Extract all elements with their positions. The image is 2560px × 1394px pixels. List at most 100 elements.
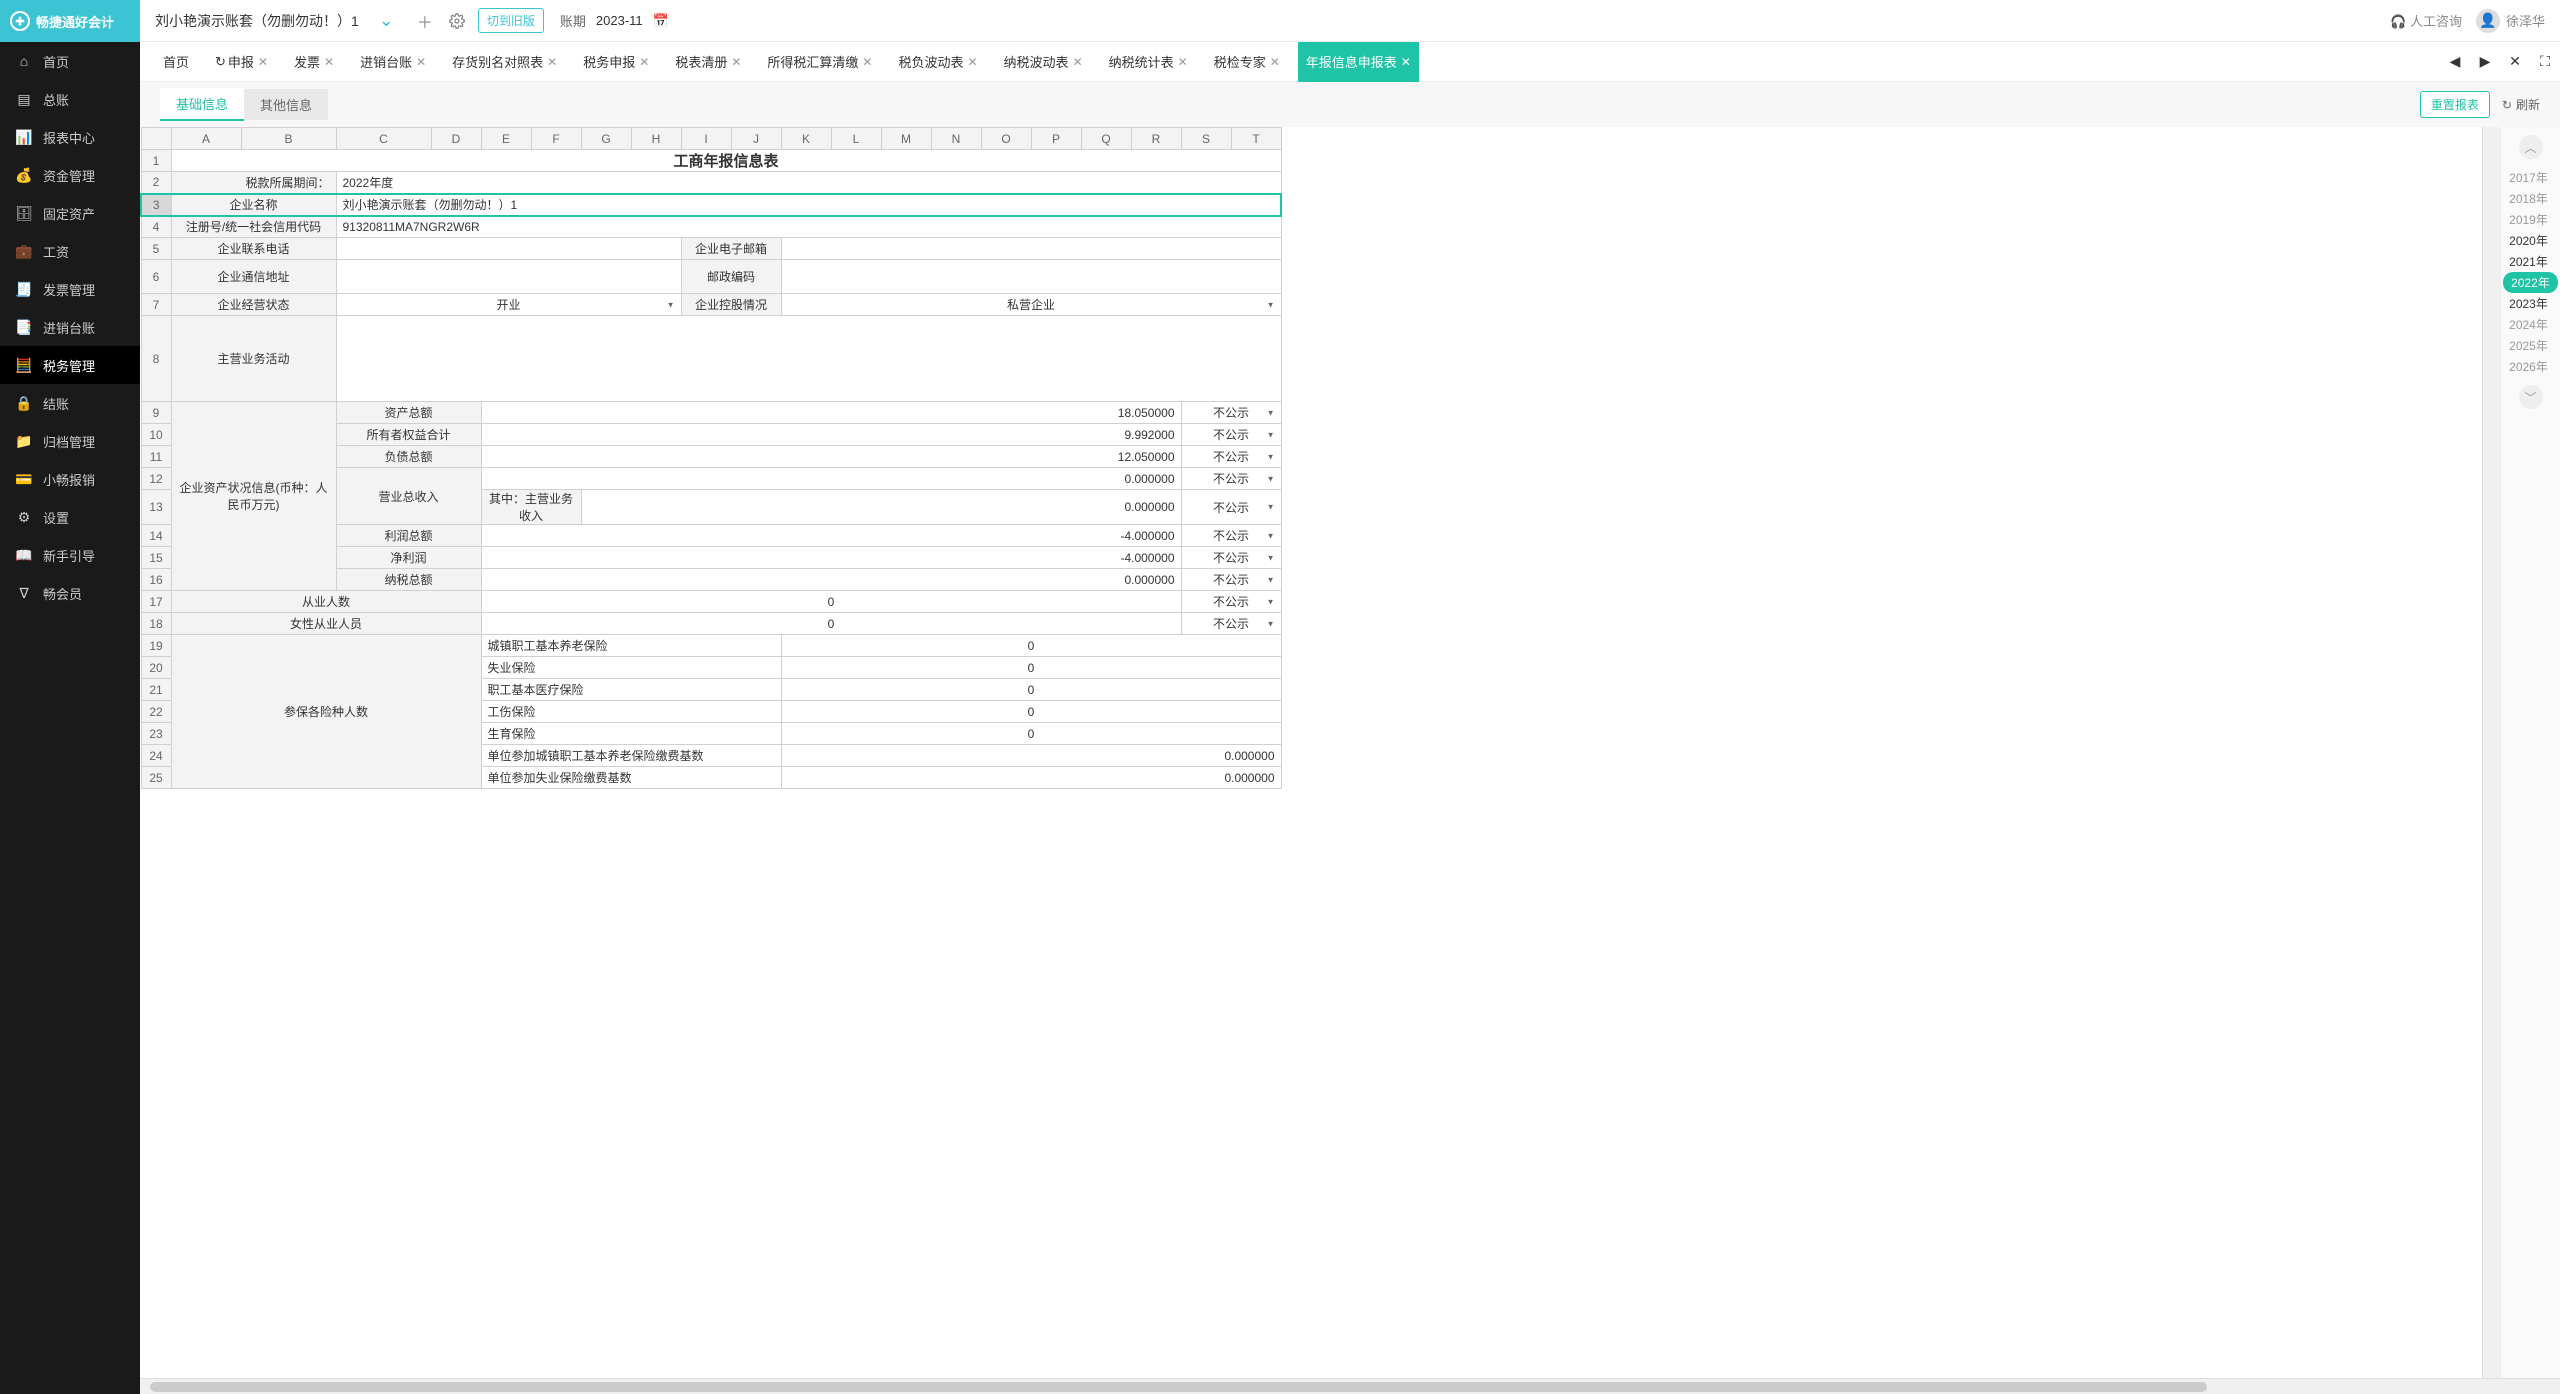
cell-value[interactable]: 0 <box>781 657 1281 679</box>
tab-next-icon[interactable]: ▶ <box>2470 47 2500 77</box>
sidebar-item-asset[interactable]: 🗄固定资产 <box>0 194 140 232</box>
col-header[interactable]: E <box>481 128 531 150</box>
cell-value[interactable]: 0 <box>481 591 1181 613</box>
account-dropdown-icon[interactable]: ⌄ <box>369 10 404 31</box>
sidebar-item-home[interactable]: ⌂首页 <box>0 42 140 80</box>
row-header[interactable]: 9 <box>141 402 171 424</box>
cell-dropdown[interactable]: 不公示 <box>1181 446 1281 468</box>
close-icon[interactable]: ✕ <box>416 55 426 69</box>
cell-dropdown[interactable]: 不公示 <box>1181 468 1281 490</box>
year-2024年[interactable]: 2024年 <box>2503 314 2558 335</box>
user-menu[interactable]: 👤 徐泽华 <box>2476 9 2545 33</box>
col-header[interactable]: I <box>681 128 731 150</box>
spreadsheet[interactable]: ABCDEFGHIJKLMNOPQRST1工商年报信息表2税款所属期间：2022… <box>140 127 2482 1378</box>
row-header[interactable]: 3 <box>141 194 171 216</box>
old-version-button[interactable]: 切到旧版 <box>478 8 544 33</box>
cell-dropdown[interactable]: 不公示 <box>1181 591 1281 613</box>
row-header[interactable]: 19 <box>141 635 171 657</box>
cell-value[interactable]: 0 <box>781 723 1281 745</box>
row-header[interactable]: 22 <box>141 701 171 723</box>
row-header[interactable]: 12 <box>141 468 171 490</box>
cell-value[interactable]: 0 <box>781 635 1281 657</box>
tab-申报[interactable]: ↻申报✕ <box>207 42 276 82</box>
year-2020年[interactable]: 2020年 <box>2503 230 2558 251</box>
row-header[interactable]: 14 <box>141 525 171 547</box>
tab-纳税统计表[interactable]: 纳税统计表✕ <box>1101 42 1196 82</box>
subtab-other[interactable]: 其他信息 <box>244 89 328 120</box>
close-icon[interactable]: ✕ <box>862 55 872 69</box>
year-2023年[interactable]: 2023年 <box>2503 293 2558 314</box>
cell-value[interactable] <box>781 238 1281 260</box>
tab-存货别名对照表[interactable]: 存货别名对照表✕ <box>444 42 565 82</box>
refresh-button[interactable]: ↻ 刷新 <box>2502 96 2540 113</box>
cell-value[interactable] <box>336 260 681 294</box>
cell-value[interactable] <box>336 238 681 260</box>
cell-value[interactable]: 0.000000 <box>481 468 1181 490</box>
tab-首页[interactable]: 首页 <box>155 42 197 82</box>
year-2021年[interactable]: 2021年 <box>2503 251 2558 272</box>
tab-年报信息申报表[interactable]: 年报信息申报表✕ <box>1298 42 1419 82</box>
row-header[interactable]: 25 <box>141 767 171 789</box>
year-up-icon[interactable]: ︿ <box>2519 135 2543 159</box>
row-header[interactable]: 5 <box>141 238 171 260</box>
cell-value[interactable]: 0 <box>781 701 1281 723</box>
tab-纳税波动表[interactable]: 纳税波动表✕ <box>996 42 1091 82</box>
tab-进销台账[interactable]: 进销台账✕ <box>352 42 434 82</box>
col-header[interactable]: D <box>431 128 481 150</box>
col-header[interactable] <box>141 128 171 150</box>
cell-value[interactable]: 0.000000 <box>581 490 1181 525</box>
cell-value[interactable] <box>781 260 1281 294</box>
tab-税表清册[interactable]: 税表清册✕ <box>667 42 749 82</box>
sidebar-item-psi[interactable]: 📑进销台账 <box>0 308 140 346</box>
cell-value[interactable]: -4.000000 <box>481 547 1181 569</box>
cell-dropdown[interactable]: 不公示 <box>1181 402 1281 424</box>
row-header[interactable]: 13 <box>141 490 171 525</box>
year-down-icon[interactable]: ﹀ <box>2519 385 2543 409</box>
fullscreen-icon[interactable]: ⛶ <box>2530 47 2560 77</box>
row-header[interactable]: 24 <box>141 745 171 767</box>
cell-dropdown[interactable]: 不公示 <box>1181 525 1281 547</box>
col-header[interactable]: F <box>531 128 581 150</box>
row-header[interactable]: 15 <box>141 547 171 569</box>
tab-prev-icon[interactable]: ◀ <box>2440 47 2470 77</box>
cell-dropdown[interactable]: 私营企业 <box>781 294 1281 316</box>
row-header[interactable]: 17 <box>141 591 171 613</box>
col-header[interactable]: G <box>581 128 631 150</box>
tab-发票[interactable]: 发票✕ <box>286 42 342 82</box>
row-header[interactable]: 23 <box>141 723 171 745</box>
col-header[interactable]: Q <box>1081 128 1131 150</box>
year-2026年[interactable]: 2026年 <box>2503 356 2558 377</box>
sidebar-item-archive[interactable]: 📁归档管理 <box>0 422 140 460</box>
row-header[interactable]: 21 <box>141 679 171 701</box>
row-header[interactable]: 7 <box>141 294 171 316</box>
close-icon[interactable]: ✕ <box>1401 55 1411 69</box>
cell-value[interactable]: 0.000000 <box>781 745 1281 767</box>
year-2022年[interactable]: 2022年 <box>2503 272 2558 293</box>
close-icon[interactable]: ✕ <box>1270 55 1280 69</box>
cell-value[interactable]: 9.992000 <box>481 424 1181 446</box>
row-header[interactable]: 16 <box>141 569 171 591</box>
cell-value[interactable] <box>336 316 1281 402</box>
tab-税负波动表[interactable]: 税负波动表✕ <box>890 42 985 82</box>
cell-dropdown[interactable]: 不公示 <box>1181 569 1281 591</box>
cell-dropdown[interactable]: 不公示 <box>1181 490 1281 525</box>
sidebar-item-ledger[interactable]: ▤总账 <box>0 80 140 118</box>
cell-dropdown[interactable]: 开业 <box>336 294 681 316</box>
cell-value[interactable]: 18.050000 <box>481 402 1181 424</box>
year-2018年[interactable]: 2018年 <box>2503 188 2558 209</box>
col-header[interactable]: L <box>831 128 881 150</box>
row-header[interactable]: 20 <box>141 657 171 679</box>
sidebar-item-guide[interactable]: 📖新手引导 <box>0 536 140 574</box>
cell-value[interactable]: 0 <box>481 613 1181 635</box>
col-header[interactable]: T <box>1231 128 1281 150</box>
gear-icon[interactable] <box>446 10 468 32</box>
sidebar-item-invoice[interactable]: 🧾发票管理 <box>0 270 140 308</box>
cell-value[interactable]: 2022年度 <box>336 172 1281 194</box>
cell-value[interactable]: 0 <box>781 679 1281 701</box>
cell-value[interactable]: 0.000000 <box>781 767 1281 789</box>
col-header[interactable]: O <box>981 128 1031 150</box>
sidebar-item-xc[interactable]: 💳小畅报销 <box>0 460 140 498</box>
sidebar-item-salary[interactable]: 💼工资 <box>0 232 140 270</box>
col-header[interactable]: H <box>631 128 681 150</box>
row-header[interactable]: 2 <box>141 172 171 194</box>
